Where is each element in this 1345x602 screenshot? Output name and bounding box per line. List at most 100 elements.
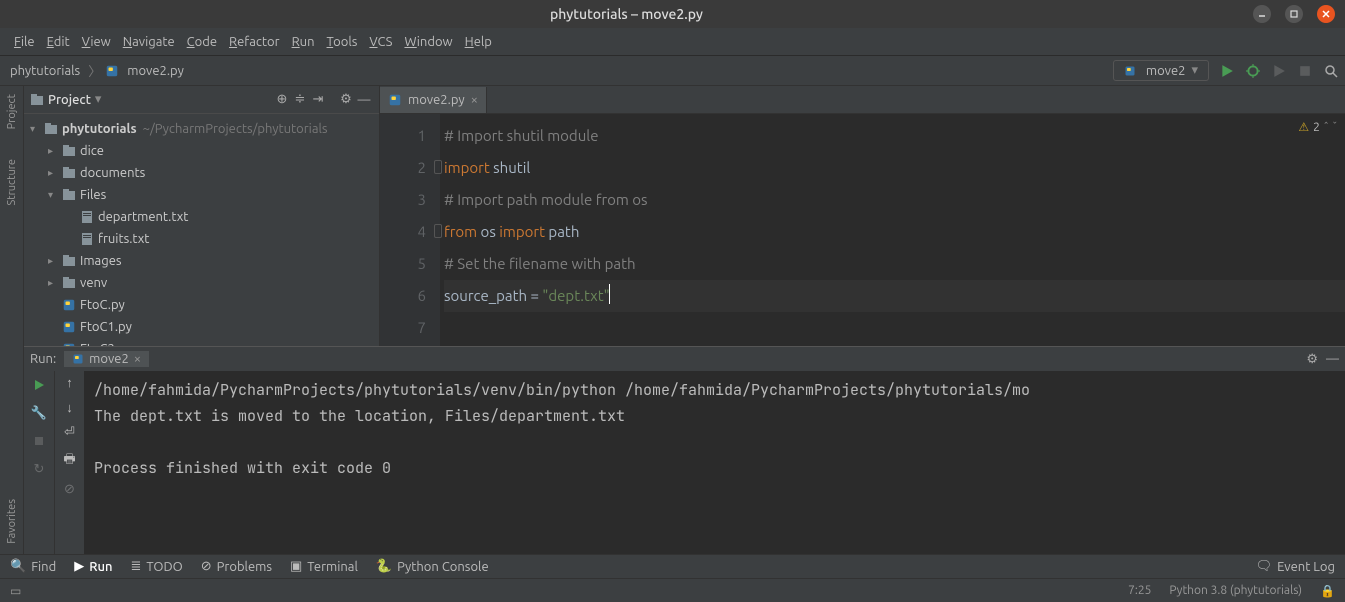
tree-node-label: Files: [80, 188, 106, 202]
project-panel-title[interactable]: Project ▾: [30, 92, 101, 107]
menu-edit[interactable]: Edit: [41, 31, 76, 53]
tools-button[interactable]: 🔧: [31, 403, 47, 423]
python-file-icon: [1124, 65, 1136, 77]
editor-area: move2.py × 1234567 # Import shutil modul…: [380, 86, 1345, 346]
find-tool-button[interactable]: 🔍Find: [10, 559, 56, 574]
status-bar: ▭ 7:25 Python 3.8 (phytutorials) 🔒: [0, 578, 1345, 602]
editor-inspection-flags[interactable]: ⚠ 2 ˆ ˇ: [1298, 120, 1337, 134]
tree-node-label: Images: [80, 254, 122, 268]
project-tree[interactable]: ▾ phytutorials ~/PycharmProjects/phytuto…: [24, 114, 379, 346]
run-configuration-dropdown[interactable]: move2 ▾: [1113, 60, 1209, 81]
log-icon: 🗨: [1256, 559, 1273, 574]
close-tab-button[interactable]: ×: [471, 93, 478, 107]
tree-node[interactable]: fruits.txt: [24, 228, 379, 250]
menu-vcs[interactable]: VCS: [363, 31, 398, 53]
tree-node[interactable]: ▾Files: [24, 184, 379, 206]
project-panel-header: Project ▾ ⊕ ≑ ⇥ ⚙ —: [24, 86, 379, 114]
warning-icon: ⚠: [1298, 120, 1309, 134]
code-editor[interactable]: 1234567 # Import shutil moduleimport shu…: [380, 114, 1345, 346]
tree-node[interactable]: ▸dice: [24, 140, 379, 162]
problems-tool-button[interactable]: ⊘Problems: [201, 559, 272, 574]
stop-button[interactable]: [1297, 63, 1313, 79]
file-icon: [80, 210, 94, 224]
tree-node[interactable]: ▸Images: [24, 250, 379, 272]
status-menu-icon[interactable]: ▭: [10, 584, 21, 598]
menu-navigate[interactable]: Navigate: [117, 31, 181, 53]
chevron-down-icon: ▾: [95, 92, 102, 107]
hide-run-button[interactable]: —: [1318, 352, 1339, 366]
menu-refactor[interactable]: Refactor: [223, 31, 286, 53]
tree-node[interactable]: department.txt: [24, 206, 379, 228]
terminal-icon: ▣: [290, 559, 302, 574]
python-console-tool-button[interactable]: 🐍Python Console: [376, 559, 489, 574]
caret-position[interactable]: 7:25: [1128, 584, 1151, 597]
editor-tab[interactable]: move2.py ×: [380, 87, 487, 113]
locate-button[interactable]: ⊕: [273, 92, 291, 107]
rerun-button[interactable]: [33, 375, 45, 395]
breadcrumb-project[interactable]: phytutorials: [6, 62, 84, 80]
structure-tool-tab[interactable]: Structure: [6, 159, 18, 206]
left-tool-gutter: Project Structure Favorites: [0, 86, 24, 554]
run-tool-button[interactable]: ▶Run: [74, 559, 112, 574]
tree-node[interactable]: FtoC.py: [24, 294, 379, 316]
tool-window-bar: 🔍Find ▶Run ≣TODO ⊘Problems ▣Terminal 🐍Py…: [0, 554, 1345, 578]
run-tool-window: Run: move2 × ⚙ — 🔧 ↻ ↑: [24, 346, 1345, 554]
gear-icon[interactable]: ⚙: [1306, 352, 1318, 367]
file-icon: [80, 232, 94, 246]
lock-icon[interactable]: 🔒: [1320, 584, 1335, 598]
menu-help[interactable]: Help: [459, 31, 498, 53]
maximize-button[interactable]: [1285, 5, 1303, 23]
hide-button[interactable]: —: [355, 93, 373, 107]
restart-button[interactable]: ↻: [34, 459, 45, 479]
breadcrumb-file[interactable]: move2.py: [123, 62, 188, 80]
project-tool-tab[interactable]: Project: [6, 94, 18, 129]
menu-file[interactable]: File: [8, 31, 41, 53]
line-gutter: 1234567: [380, 114, 440, 346]
soft-wrap-button[interactable]: ⏎: [64, 425, 75, 440]
tree-node[interactable]: FtoC2.py: [24, 338, 379, 346]
interpreter-status[interactable]: Python 3.8 (phytutorials): [1169, 584, 1302, 597]
tree-node-label: fruits.txt: [98, 232, 149, 246]
menu-window[interactable]: Window: [398, 31, 458, 53]
close-run-tab-button[interactable]: ×: [134, 352, 141, 366]
terminal-tool-button[interactable]: ▣Terminal: [290, 559, 358, 574]
run-coverage-button[interactable]: [1271, 63, 1287, 79]
menu-tools[interactable]: Tools: [321, 31, 364, 53]
tree-root[interactable]: ▾ phytutorials ~/PycharmProjects/phytuto…: [24, 118, 379, 140]
search-icon: 🔍: [10, 559, 26, 574]
menu-run[interactable]: Run: [286, 31, 321, 53]
gear-icon[interactable]: ⚙: [337, 92, 355, 107]
todo-tool-button[interactable]: ≣TODO: [130, 559, 182, 574]
scroll-up-button[interactable]: ↑: [66, 375, 73, 390]
minimize-button[interactable]: [1253, 5, 1271, 23]
menu-view[interactable]: View: [76, 31, 117, 53]
chevron-up-icon[interactable]: ˆ: [1324, 121, 1329, 134]
stop-button[interactable]: [34, 431, 44, 451]
tree-node[interactable]: FtoC1.py: [24, 316, 379, 338]
close-button[interactable]: [1317, 5, 1335, 23]
python-file-icon: [62, 298, 76, 312]
print-button[interactable]: 🖶: [63, 450, 75, 472]
run-panel-tab[interactable]: move2 ×: [64, 351, 149, 367]
event-log-button[interactable]: 🗨Event Log: [1256, 559, 1335, 574]
chevron-down-icon[interactable]: ˇ: [1332, 121, 1337, 134]
tree-node[interactable]: ▸documents: [24, 162, 379, 184]
tree-node-label: dice: [80, 144, 104, 158]
expand-all-button[interactable]: ≑: [291, 92, 309, 107]
console-output[interactable]: /home/fahmida/PycharmProjects/phytutoria…: [84, 371, 1345, 554]
tree-node[interactable]: ▸venv: [24, 272, 379, 294]
run-button[interactable]: [1219, 63, 1235, 79]
code-area[interactable]: # Import shutil moduleimport shutil# Imp…: [440, 114, 1345, 346]
folder-icon: [44, 122, 58, 136]
favorites-tool-tab[interactable]: Favorites: [6, 499, 18, 544]
scroll-down-button[interactable]: ↓: [66, 400, 73, 415]
search-everywhere-button[interactable]: [1323, 63, 1339, 79]
debug-button[interactable]: [1245, 63, 1261, 79]
warning-icon: ⊘: [201, 559, 212, 574]
python-icon: 🐍: [376, 559, 392, 574]
tree-node-label: documents: [80, 166, 145, 180]
clear-button[interactable]: ⊘: [64, 482, 75, 497]
collapse-all-button[interactable]: ⇥: [309, 92, 327, 107]
menu-code[interactable]: Code: [181, 31, 223, 53]
tree-root-path: ~/PycharmProjects/phytutorials: [143, 122, 328, 136]
